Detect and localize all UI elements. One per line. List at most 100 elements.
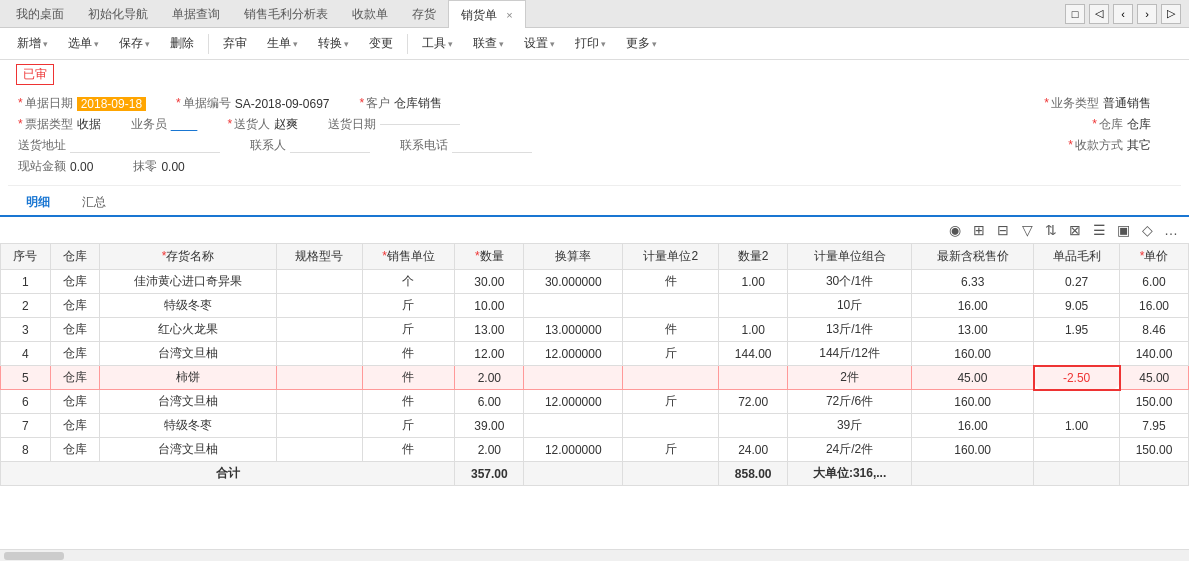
cell-name[interactable]: 特级冬枣: [100, 294, 276, 318]
cell-ratio[interactable]: [524, 414, 623, 438]
payment-value[interactable]: 其它: [1127, 137, 1151, 154]
cell-qty[interactable]: 12.00: [455, 342, 524, 366]
tab-next-btn[interactable]: ›: [1137, 4, 1157, 24]
more-grid-icon[interactable]: …: [1161, 220, 1181, 240]
delivery-date-value[interactable]: [380, 124, 460, 125]
phone-value[interactable]: [452, 138, 532, 153]
cell-price-tax[interactable]: 6.33: [912, 270, 1034, 294]
cell-qty[interactable]: 10.00: [455, 294, 524, 318]
cell-unit[interactable]: 个: [362, 270, 455, 294]
cell-unit-price[interactable]: 7.95: [1120, 414, 1189, 438]
cell-margin[interactable]: 1.00: [1034, 414, 1120, 438]
cell-warehouse[interactable]: 仓库: [50, 438, 100, 462]
cell-margin[interactable]: 1.95: [1034, 318, 1120, 342]
cell-spec[interactable]: [276, 318, 362, 342]
cell-name[interactable]: 佳沛黄心进口奇异果: [100, 270, 276, 294]
cell-ratio[interactable]: 12.000000: [524, 390, 623, 414]
cell-qty2[interactable]: 144.00: [719, 342, 788, 366]
cell-margin[interactable]: -2.50: [1034, 366, 1120, 390]
table-row[interactable]: 6仓库台湾文旦柚件6.0012.000000斤72.0072斤/6件160.00…: [1, 390, 1189, 414]
cell-unit[interactable]: 斤: [362, 294, 455, 318]
cell-warehouse[interactable]: 仓库: [50, 366, 100, 390]
customer-value[interactable]: 仓库销售: [394, 95, 442, 112]
cell-ratio[interactable]: 12.000000: [524, 342, 623, 366]
cell-name[interactable]: 红心火龙果: [100, 318, 276, 342]
cell-unit-combo[interactable]: 39斤: [788, 414, 912, 438]
settings-btn[interactable]: 设置▾: [515, 32, 564, 56]
cell-unit2[interactable]: [623, 366, 719, 390]
change-btn[interactable]: 变更: [360, 32, 402, 56]
cell-unit2[interactable]: 件: [623, 318, 719, 342]
tab-prev-btn[interactable]: ‹: [1113, 4, 1133, 24]
cell-spec[interactable]: [276, 294, 362, 318]
cell-ratio[interactable]: 12.000000: [524, 438, 623, 462]
cell-warehouse[interactable]: 仓库: [50, 318, 100, 342]
close-tab-icon[interactable]: ×: [506, 9, 512, 21]
salesman-link[interactable]: [171, 118, 198, 132]
generate-btn[interactable]: 生单▾: [258, 32, 307, 56]
location-icon[interactable]: ◉: [945, 220, 965, 240]
save-btn[interactable]: 保存▾: [110, 32, 159, 56]
cell-margin[interactable]: [1034, 390, 1120, 414]
cell-unit2[interactable]: [623, 414, 719, 438]
cell-unit2[interactable]: [623, 294, 719, 318]
cell-unit-combo[interactable]: 13斤/1件: [788, 318, 912, 342]
cell-name[interactable]: 特级冬枣: [100, 414, 276, 438]
cell-seq[interactable]: 4: [1, 342, 51, 366]
cash-value[interactable]: 0.00: [70, 160, 93, 174]
cell-unit[interactable]: 件: [362, 390, 455, 414]
cell-qty2[interactable]: [719, 366, 788, 390]
cell-seq[interactable]: 2: [1, 294, 51, 318]
cell-qty[interactable]: 39.00: [455, 414, 524, 438]
cell-qty2[interactable]: [719, 414, 788, 438]
cell-spec[interactable]: [276, 390, 362, 414]
print-btn[interactable]: 打印▾: [566, 32, 615, 56]
cell-warehouse[interactable]: 仓库: [50, 294, 100, 318]
tab-detail[interactable]: 明细: [10, 190, 66, 217]
cell-price-tax[interactable]: 45.00: [912, 366, 1034, 390]
cell-unit-combo[interactable]: 144斤/12件: [788, 342, 912, 366]
cell-seq[interactable]: 5: [1, 366, 51, 390]
no-value[interactable]: SA-2018-09-0697: [235, 97, 330, 111]
cell-unit[interactable]: 斤: [362, 414, 455, 438]
tab-query[interactable]: 单据查询: [160, 0, 232, 28]
cell-seq[interactable]: 1: [1, 270, 51, 294]
tab-last-btn[interactable]: ▷: [1161, 4, 1181, 24]
cell-spec[interactable]: [276, 366, 362, 390]
cell-unit-price[interactable]: 150.00: [1120, 438, 1189, 462]
contact-value[interactable]: [290, 138, 370, 153]
cell-unit-price[interactable]: 45.00: [1120, 366, 1189, 390]
tab-margin-analysis[interactable]: 销售毛利分析表: [232, 0, 340, 28]
cell-unit2[interactable]: 斤: [623, 390, 719, 414]
delete-btn[interactable]: 删除: [161, 32, 203, 56]
round-value[interactable]: 0.00: [161, 160, 184, 174]
table-row[interactable]: 2仓库特级冬枣斤10.0010斤16.009.0516.00: [1, 294, 1189, 318]
table-row[interactable]: 8仓库台湾文旦柚件2.0012.000000斤24.0024斤/2件160.00…: [1, 438, 1189, 462]
convert-btn[interactable]: 转换▾: [309, 32, 358, 56]
cell-warehouse[interactable]: 仓库: [50, 414, 100, 438]
cell-price-tax[interactable]: 16.00: [912, 294, 1034, 318]
cell-price-tax[interactable]: 13.00: [912, 318, 1034, 342]
table-row[interactable]: 4仓库台湾文旦柚件12.0012.000000斤144.00144斤/12件16…: [1, 342, 1189, 366]
cell-qty2[interactable]: 24.00: [719, 438, 788, 462]
cell-unit[interactable]: 斤: [362, 318, 455, 342]
copy-icon[interactable]: ⊞: [969, 220, 989, 240]
cell-spec[interactable]: [276, 438, 362, 462]
cell-price-tax[interactable]: 160.00: [912, 438, 1034, 462]
cell-warehouse[interactable]: 仓库: [50, 390, 100, 414]
cell-spec[interactable]: [276, 342, 362, 366]
cell-ratio[interactable]: 30.000000: [524, 270, 623, 294]
cell-price-tax[interactable]: 16.00: [912, 414, 1034, 438]
cell-name[interactable]: 台湾文旦柚: [100, 342, 276, 366]
cell-spec[interactable]: [276, 414, 362, 438]
cell-margin[interactable]: 0.27: [1034, 270, 1120, 294]
cell-ratio[interactable]: [524, 366, 623, 390]
horizontal-scrollbar[interactable]: [0, 549, 1189, 561]
address-value[interactable]: [70, 138, 220, 153]
cell-unit-combo[interactable]: 24斤/2件: [788, 438, 912, 462]
cell-name[interactable]: 台湾文旦柚: [100, 390, 276, 414]
cell-qty[interactable]: 2.00: [455, 366, 524, 390]
cell-qty[interactable]: 13.00: [455, 318, 524, 342]
column-icon[interactable]: ☰: [1089, 220, 1109, 240]
date-value[interactable]: 2018-09-18: [77, 97, 146, 111]
